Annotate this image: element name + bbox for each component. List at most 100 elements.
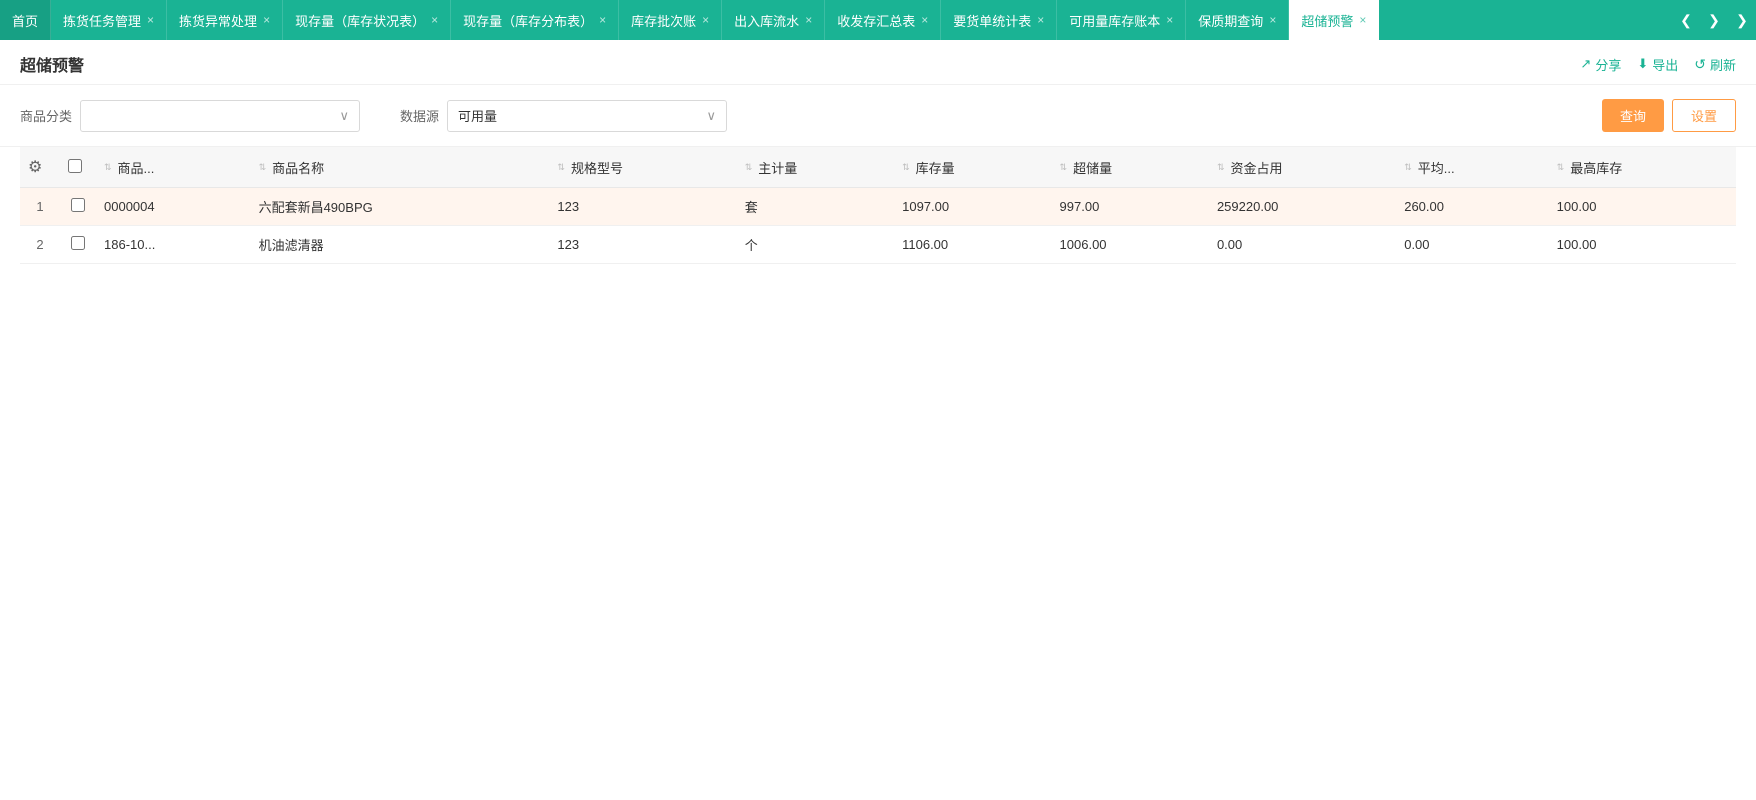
- nav-close-stock-status[interactable]: ×: [431, 13, 438, 27]
- nav-quality[interactable]: 保质期查询 ×: [1186, 0, 1289, 40]
- sort-code-icon: ⇅: [104, 163, 112, 172]
- header-actions: ↗ 分享 ⬇ 导出 ↺ 刷新: [1580, 55, 1736, 74]
- datasource-filter-label: 数据源: [400, 106, 439, 125]
- sort-stock-icon: ⇅: [902, 163, 910, 172]
- th-avg-label: 平均...: [1418, 158, 1455, 177]
- th-capital[interactable]: ⇅ 资金占用: [1209, 147, 1396, 188]
- nav-close-quality[interactable]: ×: [1269, 13, 1276, 27]
- nav-stock-dist[interactable]: 现存量（库存分布表） ×: [451, 0, 619, 40]
- nav-close-overstock[interactable]: ×: [1359, 13, 1366, 27]
- nav-overstock[interactable]: 超储预警 ×: [1289, 0, 1379, 40]
- th-spec[interactable]: ⇅ 规格型号: [549, 147, 736, 188]
- nav-receive[interactable]: 收发存汇总表 ×: [825, 0, 941, 40]
- nav-quality-label: 保质期查询: [1198, 11, 1263, 30]
- page-title: 超储预警: [20, 52, 84, 76]
- th-unit-label: 主计量: [758, 158, 797, 177]
- nav-next-button[interactable]: ❯: [1700, 0, 1728, 40]
- row-checkbox-cell-1: [60, 226, 96, 264]
- row-overstock-0: 997.00: [1052, 188, 1209, 226]
- column-settings-icon[interactable]: ⚙: [28, 159, 42, 176]
- nav-close-stock-dist[interactable]: ×: [599, 13, 606, 27]
- nav-inout[interactable]: 出入库流水 ×: [722, 0, 825, 40]
- row-stock-1: 1106.00: [894, 226, 1051, 264]
- row-avg-1: 0.00: [1396, 226, 1548, 264]
- th-stock-label: 库存量: [916, 158, 955, 177]
- row-stock-0: 1097.00: [894, 188, 1051, 226]
- th-capital-label: 资金占用: [1231, 158, 1283, 177]
- th-code[interactable]: ⇅ 商品...: [96, 147, 251, 188]
- nav-close-available[interactable]: ×: [1166, 13, 1173, 27]
- query-button[interactable]: 查询: [1602, 99, 1664, 132]
- nav-close-abnormal[interactable]: ×: [263, 13, 270, 27]
- sort-spec-icon: ⇅: [557, 163, 565, 172]
- page-header: 超储预警 ↗ 分享 ⬇ 导出 ↺ 刷新: [0, 40, 1756, 85]
- row-code-0: 0000004: [96, 188, 251, 226]
- table-body: 1 0000004 六配套新昌490BPG 123 套 1097.00 997.…: [20, 188, 1736, 264]
- nav-stock-status[interactable]: 现存量（库存状况表） ×: [283, 0, 451, 40]
- nav-available-label: 可用量库存账本: [1069, 11, 1160, 30]
- row-unit-1: 个: [737, 226, 894, 264]
- nav-abnormal[interactable]: 拣货异常处理 ×: [167, 0, 283, 40]
- sort-unit-icon: ⇅: [745, 163, 753, 172]
- nav-available[interactable]: 可用量库存账本 ×: [1057, 0, 1186, 40]
- th-name[interactable]: ⇅ 商品名称: [251, 147, 550, 188]
- share-icon: ↗: [1580, 56, 1591, 72]
- export-label: 导出: [1652, 55, 1678, 74]
- page-container: 超储预警 ↗ 分享 ⬇ 导出 ↺ 刷新 商品分类 ∨ 数据源: [0, 40, 1756, 800]
- row-avg-0: 260.00: [1396, 188, 1548, 226]
- row-code-1: 186-10...: [96, 226, 251, 264]
- nav-arrow-group: ❮ ❯ ❯: [1672, 0, 1756, 40]
- th-overstock[interactable]: ⇅ 超储量: [1052, 147, 1209, 188]
- category-select[interactable]: ∨: [80, 100, 360, 132]
- th-unit[interactable]: ⇅ 主计量: [737, 147, 894, 188]
- nav-stock-status-label: 现存量（库存状况表）: [295, 11, 425, 30]
- refresh-label: 刷新: [1710, 55, 1736, 74]
- nav-order-stat-label: 要货单统计表: [953, 11, 1031, 30]
- nav-stock-dist-label: 现存量（库存分布表）: [463, 11, 593, 30]
- row-name-1: 机油滤清器: [251, 226, 550, 264]
- sort-capital-icon: ⇅: [1217, 163, 1225, 172]
- nav-close-batch[interactable]: ×: [702, 13, 709, 27]
- category-filter-label: 商品分类: [20, 106, 72, 125]
- share-link[interactable]: ↗ 分享: [1580, 55, 1621, 74]
- export-link[interactable]: ⬇ 导出: [1637, 55, 1678, 74]
- th-maxstock[interactable]: ⇅ 最高库存: [1549, 147, 1736, 188]
- th-overstock-label: 超储量: [1073, 158, 1112, 177]
- sort-maxstock-icon: ⇅: [1557, 163, 1565, 172]
- category-select-arrow: ∨: [340, 108, 350, 124]
- row-checkbox-cell-0: [60, 188, 96, 226]
- th-name-label: 商品名称: [272, 158, 324, 177]
- th-stock[interactable]: ⇅ 库存量: [894, 147, 1051, 188]
- select-all-checkbox[interactable]: [68, 159, 82, 173]
- nav-receive-label: 收发存汇总表: [837, 11, 915, 30]
- category-filter-group: 商品分类 ∨: [20, 100, 360, 132]
- row-num-1: 2: [20, 226, 60, 264]
- row-checkbox-0[interactable]: [71, 198, 85, 212]
- nav-task-mgmt-label: 拣货任务管理: [63, 11, 141, 30]
- setting-button[interactable]: 设置: [1672, 99, 1736, 132]
- nav-more-button[interactable]: ❯: [1728, 0, 1756, 40]
- refresh-icon: ↺: [1694, 56, 1706, 73]
- nav-prev-button[interactable]: ❮: [1672, 0, 1700, 40]
- nav-close-receive[interactable]: ×: [921, 13, 928, 27]
- nav-close-inout[interactable]: ×: [805, 13, 812, 27]
- row-unit-0: 套: [737, 188, 894, 226]
- top-navigation: 首页 拣货任务管理 × 拣货异常处理 × 现存量（库存状况表） × 现存量（库存…: [0, 0, 1756, 40]
- nav-home[interactable]: 首页: [0, 0, 51, 40]
- datasource-select[interactable]: 可用量 ∨: [447, 100, 727, 132]
- nav-batch[interactable]: 库存批次账 ×: [619, 0, 722, 40]
- filter-row: 商品分类 ∨ 数据源 可用量 ∨ 查询 设置: [0, 85, 1756, 147]
- row-maxstock-0: 100.00: [1549, 188, 1736, 226]
- sort-overstock-icon: ⇅: [1060, 163, 1068, 172]
- refresh-link[interactable]: ↺ 刷新: [1694, 55, 1736, 74]
- th-avg[interactable]: ⇅ 平均...: [1396, 147, 1548, 188]
- th-maxstock-label: 最高库存: [1570, 158, 1622, 177]
- nav-home-label: 首页: [12, 11, 38, 30]
- nav-close-task-mgmt[interactable]: ×: [147, 13, 154, 27]
- nav-close-order-stat[interactable]: ×: [1037, 13, 1044, 27]
- nav-task-mgmt[interactable]: 拣货任务管理 ×: [51, 0, 167, 40]
- row-capital-1: 0.00: [1209, 226, 1396, 264]
- datasource-select-arrow: ∨: [707, 108, 717, 124]
- nav-order-stat[interactable]: 要货单统计表 ×: [941, 0, 1057, 40]
- row-checkbox-1[interactable]: [71, 236, 85, 250]
